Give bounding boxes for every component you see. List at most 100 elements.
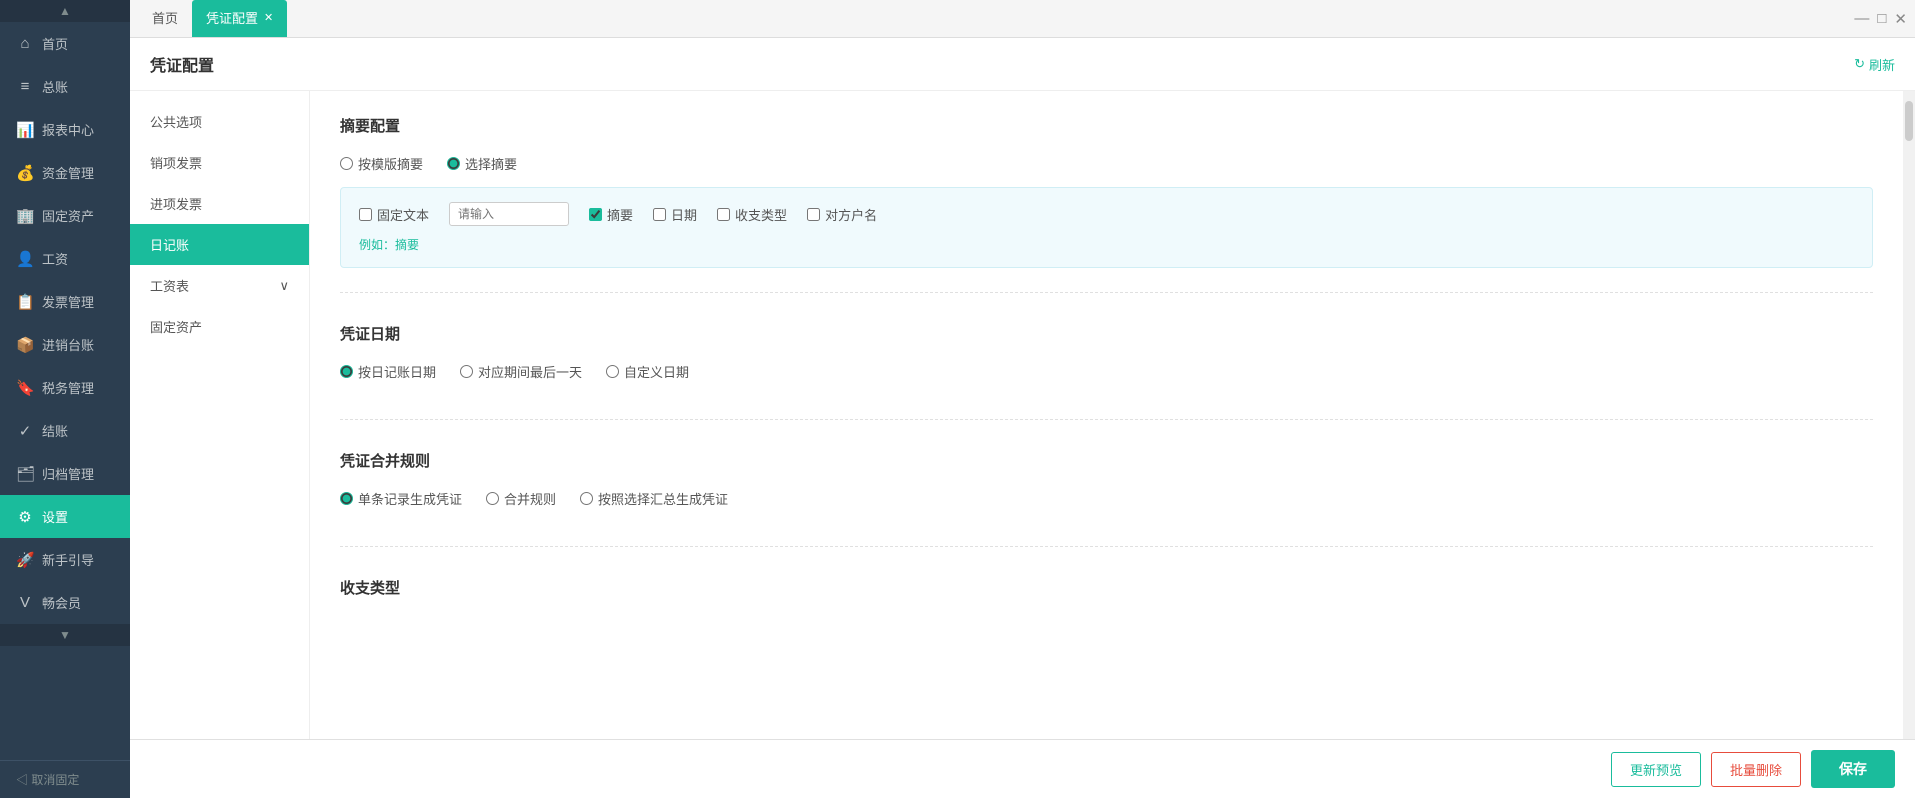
funds-icon: 💰 [16, 164, 34, 182]
custom-date-input[interactable] [606, 365, 619, 378]
archive-icon: 🗂 [16, 465, 34, 483]
single-record-input[interactable] [340, 492, 353, 505]
sidebar-item-settings[interactable]: ⚙ 设置 [0, 495, 130, 538]
income-type-checkbox[interactable]: 收支类型 [717, 205, 787, 224]
refresh-icon: ↻ [1854, 56, 1865, 72]
home-icon: ⌂ [16, 35, 34, 52]
merge-rules-section: 凭证合并规则 单条记录生成凭证 合并规则 按照选择汇总生成凭证 [340, 450, 1873, 547]
fixed-assets-icon: 🏢 [16, 207, 34, 225]
left-nav-fixed-asset[interactable]: 固定资产 [130, 306, 309, 347]
fixed-text-field[interactable] [449, 202, 569, 226]
sidebar-item-guide[interactable]: 🚀 新手引导 [0, 538, 130, 581]
sidebar-item-reports[interactable]: 📊 报表中心 [0, 108, 130, 151]
date-checkbox[interactable]: 日期 [653, 205, 697, 224]
sidebar-item-funds[interactable]: 💰 资金管理 [0, 151, 130, 194]
summary-config-title: 摘要配置 [340, 115, 1873, 136]
guide-icon: 🚀 [16, 551, 34, 569]
counterpart-checkbox[interactable]: 对方户名 [807, 205, 877, 224]
sidebar-item-ledger[interactable]: ≡ 总账 [0, 65, 130, 108]
bottom-bar: 更新预览 批量删除 保存 [130, 739, 1915, 798]
sidebar: ▲ ⌂ 首页 ≡ 总账 📊 报表中心 💰 资金管理 🏢 固定资产 👤 工资 📋 … [0, 0, 130, 798]
batch-delete-button[interactable]: 批量删除 [1711, 752, 1801, 787]
tab-bar: 首页 凭证配置 ✕ — □ ✕ [130, 0, 1915, 38]
voucher-date-radio-group: 按日记账日期 对应期间最后一天 自定义日期 [340, 362, 1873, 381]
single-record-radio[interactable]: 单条记录生成凭证 [340, 489, 462, 508]
counterpart-input[interactable] [807, 208, 820, 221]
window-controls: — □ ✕ [1854, 10, 1907, 28]
maximize-button[interactable]: □ [1877, 10, 1886, 28]
merge-rules-input[interactable] [486, 492, 499, 505]
summary-checkbox[interactable]: 摘要 [589, 205, 633, 224]
fixed-text-checkbox[interactable]: 固定文本 [359, 205, 429, 224]
left-nav-sales-invoice[interactable]: 销项发票 [130, 142, 309, 183]
sidebar-item-archive[interactable]: 🗂 归档管理 [0, 452, 130, 495]
fixed-text-input[interactable] [359, 208, 372, 221]
invoice-mgmt-icon: 📋 [16, 293, 34, 311]
page-title: 凭证配置 [150, 52, 214, 76]
chevron-down-icon: ∨ [279, 278, 289, 294]
settings-icon: ⚙ [16, 508, 34, 526]
right-content: 摘要配置 按模版摘要 选择摘要 [310, 91, 1903, 739]
sidebar-item-trade-account[interactable]: 📦 进销台账 [0, 323, 130, 366]
salary-icon: 👤 [16, 250, 34, 268]
income-type-title: 收支类型 [340, 577, 1873, 598]
template-summary-radio[interactable]: 按模版摘要 [340, 154, 423, 173]
reports-icon: 📊 [16, 121, 34, 139]
left-nav: 公共选项 销项发票 进项发票 日记账 工资表 ∨ 固定资产 [130, 91, 310, 739]
last-due-date-input[interactable] [460, 365, 473, 378]
sidebar-scroll-down[interactable]: ▼ [0, 624, 130, 646]
minimize-button[interactable]: — [1854, 10, 1869, 28]
update-preview-button[interactable]: 更新预览 [1611, 752, 1701, 787]
close-button[interactable]: ✕ [1894, 10, 1907, 28]
sidebar-item-salary[interactable]: 👤 工资 [0, 237, 130, 280]
sidebar-item-tax-mgmt[interactable]: 🔖 税务管理 [0, 366, 130, 409]
sidebar-unpin[interactable]: ◁ 取消固定 [0, 760, 130, 798]
outer-scrollbar[interactable] [1903, 91, 1915, 739]
custom-date-radio[interactable]: 自定义日期 [606, 362, 689, 381]
unpin-icon: ◁ [16, 773, 28, 787]
template-summary-input[interactable] [340, 157, 353, 170]
left-nav-public[interactable]: 公共选项 [130, 101, 309, 142]
left-nav-journal[interactable]: 日记账 [130, 224, 309, 265]
example-text: 例如：摘要 [359, 236, 1854, 253]
last-due-date-radio[interactable]: 对应期间最后一天 [460, 362, 582, 381]
sidebar-item-fixed-assets[interactable]: 🏢 固定资产 [0, 194, 130, 237]
left-nav-payroll[interactable]: 工资表 ∨ [130, 265, 309, 306]
by-journal-date-radio[interactable]: 按日记账日期 [340, 362, 436, 381]
summary-input[interactable] [589, 208, 602, 221]
sidebar-scroll-up[interactable]: ▲ [0, 0, 130, 22]
sidebar-item-invoice-mgmt[interactable]: 📋 发票管理 [0, 280, 130, 323]
settle-icon: ✓ [16, 422, 34, 440]
tab-home[interactable]: 首页 [138, 0, 192, 37]
merge-rules-radio[interactable]: 合并规则 [486, 489, 556, 508]
sidebar-item-vip[interactable]: V 畅会员 [0, 581, 130, 624]
main-area: 首页 凭证配置 ✕ — □ ✕ 凭证配置 ↻ 刷新 公共选项 [130, 0, 1915, 798]
summary-radio-group: 按模版摘要 选择摘要 [340, 154, 1873, 173]
ledger-icon: ≡ [16, 78, 34, 95]
select-total-radio[interactable]: 按照选择汇总生成凭证 [580, 489, 728, 508]
select-summary-radio[interactable]: 选择摘要 [447, 154, 517, 173]
left-nav-purchase-invoice[interactable]: 进项发票 [130, 183, 309, 224]
content-area: 凭证配置 ↻ 刷新 公共选项 销项发票 进项发票 日记账 [130, 38, 1915, 798]
by-journal-date-input[interactable] [340, 365, 353, 378]
scrollbar-thumb [1905, 101, 1913, 141]
trade-icon: 📦 [16, 336, 34, 354]
voucher-date-title: 凭证日期 [340, 323, 1873, 344]
income-type-input[interactable] [717, 208, 730, 221]
summary-checkboxes: 固定文本 摘要 日期 [359, 202, 1854, 226]
save-button[interactable]: 保存 [1811, 750, 1895, 788]
date-input[interactable] [653, 208, 666, 221]
tab-voucher-config[interactable]: 凭证配置 ✕ [192, 0, 287, 37]
merge-rules-radio-group: 单条记录生成凭证 合并规则 按照选择汇总生成凭证 [340, 489, 1873, 508]
select-total-input[interactable] [580, 492, 593, 505]
sidebar-item-home[interactable]: ⌂ 首页 [0, 22, 130, 65]
voucher-date-section: 凭证日期 按日记账日期 对应期间最后一天 自定义日期 [340, 323, 1873, 420]
merge-rules-title: 凭证合并规则 [340, 450, 1873, 471]
refresh-button[interactable]: ↻ 刷新 [1854, 55, 1895, 74]
body-layout: 公共选项 销项发票 进项发票 日记账 工资表 ∨ 固定资产 [130, 91, 1915, 739]
vip-icon: V [16, 594, 34, 611]
tab-close-icon[interactable]: ✕ [264, 11, 273, 24]
sidebar-item-settle[interactable]: ✓ 结账 [0, 409, 130, 452]
page-header: 凭证配置 ↻ 刷新 [130, 38, 1915, 91]
select-summary-input[interactable] [447, 157, 460, 170]
